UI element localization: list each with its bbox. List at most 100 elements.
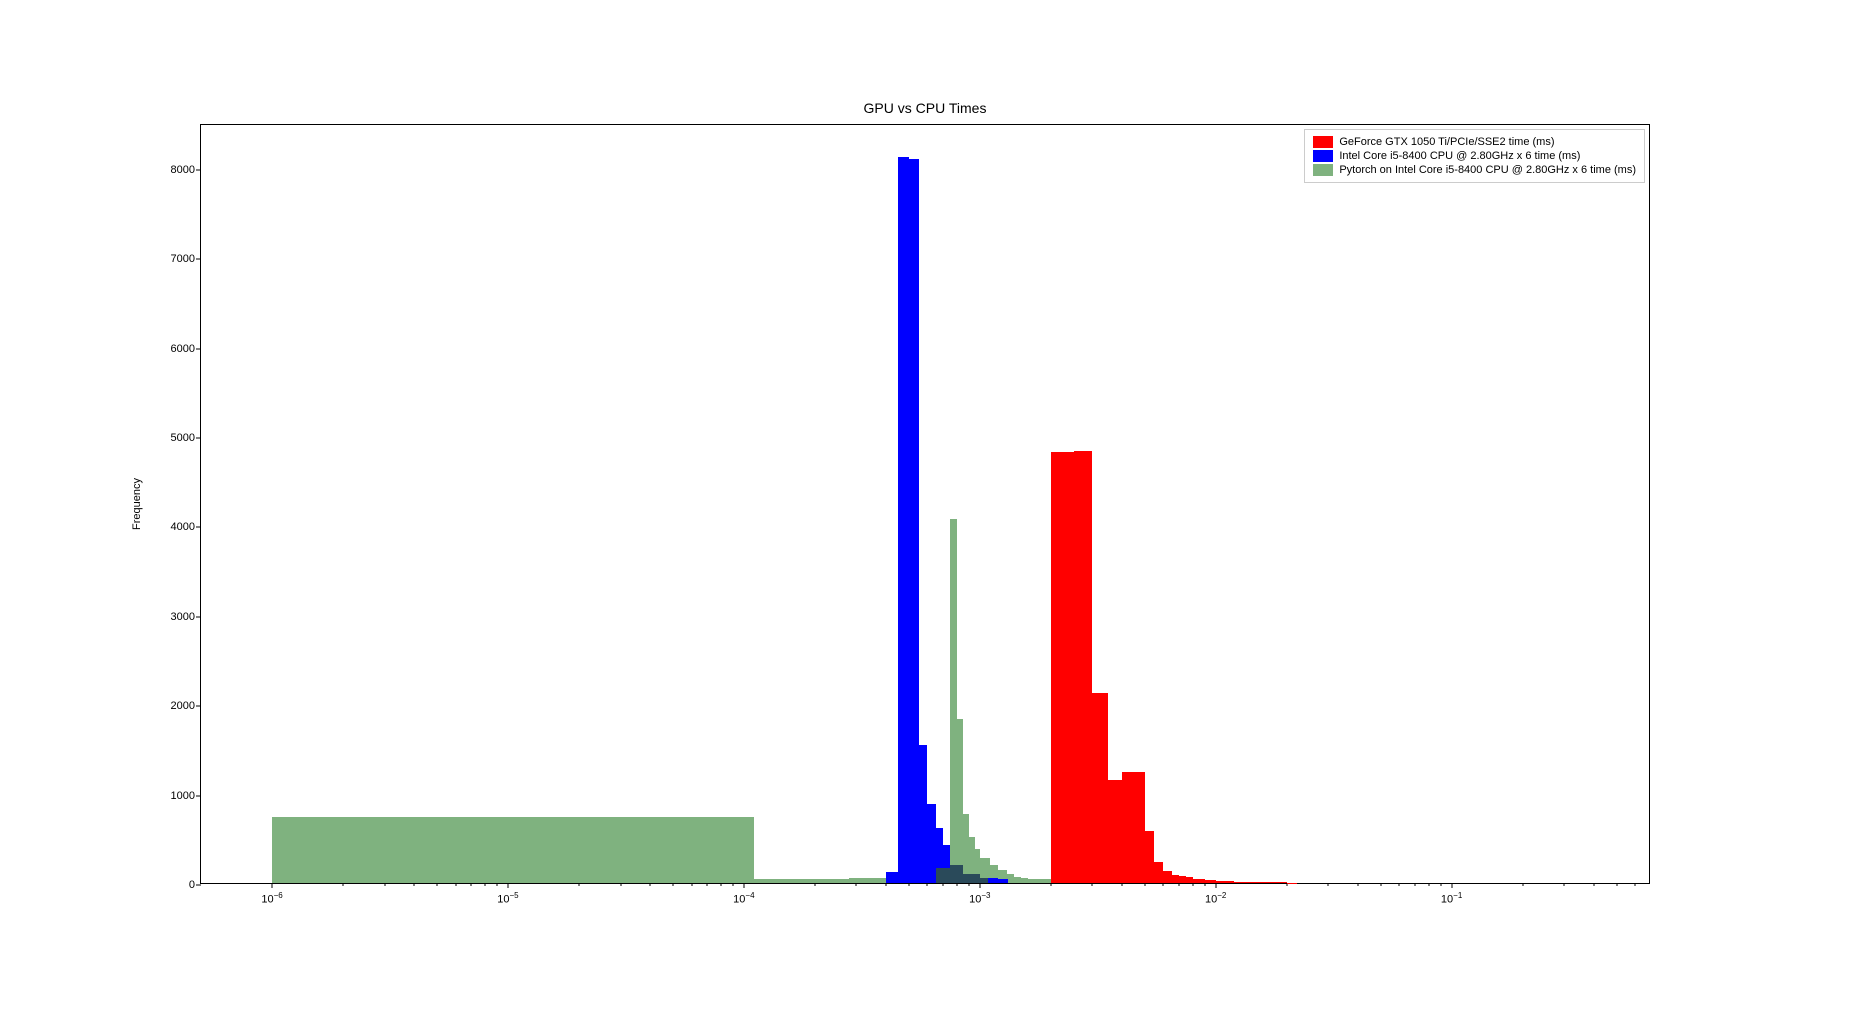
x-tick-label: 10−5 bbox=[497, 891, 518, 906]
histogram-bar bbox=[272, 817, 683, 883]
y-tick-label: 2000 bbox=[171, 700, 195, 712]
histogram-bar bbox=[820, 879, 849, 883]
x-minor-tick-mark bbox=[856, 883, 857, 886]
histogram-bar bbox=[927, 804, 935, 883]
x-minor-tick-mark bbox=[343, 883, 344, 886]
legend-item: Intel Core i5-8400 CPU @ 2.80GHz x 6 tim… bbox=[1313, 150, 1636, 162]
legend-label: GeForce GTX 1050 Ti/PCIe/SSE2 time (ms) bbox=[1339, 136, 1554, 148]
histogram-bar-overlap bbox=[950, 865, 963, 883]
x-tick-label: 10−2 bbox=[1205, 891, 1226, 906]
y-tick-label: 1000 bbox=[171, 790, 195, 802]
histogram-bar bbox=[1051, 452, 1074, 883]
y-tick-label: 4000 bbox=[171, 521, 195, 533]
x-minor-tick-mark bbox=[956, 883, 957, 886]
histogram-bar bbox=[771, 879, 810, 883]
x-axis: 10−610−510−410−310−210−1 bbox=[201, 883, 1651, 913]
x-minor-tick-mark bbox=[720, 883, 721, 886]
legend-item: Pytorch on Intel Core i5-8400 CPU @ 2.80… bbox=[1313, 164, 1636, 176]
y-tick-label: 6000 bbox=[171, 343, 195, 355]
plot-area: GeForce GTX 1050 Ti/PCIe/SSE2 time (ms) … bbox=[200, 124, 1650, 884]
histogram-bar bbox=[898, 157, 909, 883]
y-tick-mark bbox=[196, 616, 201, 617]
y-tick-label: 3000 bbox=[171, 611, 195, 623]
x-minor-tick-mark bbox=[1163, 883, 1164, 886]
x-minor-tick-mark bbox=[814, 883, 815, 886]
x-tick-mark bbox=[743, 883, 744, 888]
y-axis: 010002000300040005000600070008000 bbox=[151, 125, 201, 885]
x-minor-tick-mark bbox=[691, 883, 692, 886]
x-minor-tick-mark bbox=[1357, 883, 1358, 886]
x-minor-tick-mark bbox=[908, 883, 909, 886]
y-tick-label: 7000 bbox=[171, 253, 195, 265]
x-minor-tick-mark bbox=[384, 883, 385, 886]
x-minor-tick-mark bbox=[1399, 883, 1400, 886]
histogram-bar bbox=[919, 745, 928, 883]
y-tick-mark bbox=[196, 437, 201, 438]
chart-title: GPU vs CPU Times bbox=[200, 100, 1650, 116]
histogram-bar bbox=[998, 879, 1008, 883]
x-minor-tick-mark bbox=[1286, 883, 1287, 886]
histogram-bar bbox=[1234, 882, 1286, 883]
x-minor-tick-mark bbox=[1092, 883, 1093, 886]
histogram-bar bbox=[683, 817, 754, 883]
legend-label: Pytorch on Intel Core i5-8400 CPU @ 2.80… bbox=[1339, 164, 1636, 176]
chart-container: GPU vs CPU Times GeForce GTX 1050 Ti/PCI… bbox=[200, 100, 1650, 880]
x-minor-tick-mark bbox=[1440, 883, 1441, 886]
x-minor-tick-mark bbox=[1564, 883, 1565, 886]
x-minor-tick-mark bbox=[620, 883, 621, 886]
histogram-bar bbox=[1186, 877, 1193, 883]
x-minor-tick-mark bbox=[1522, 883, 1523, 886]
histogram-bar-overlap bbox=[936, 868, 944, 883]
y-tick-mark bbox=[196, 169, 201, 170]
x-minor-tick-mark bbox=[485, 883, 486, 886]
x-minor-tick-mark bbox=[927, 883, 928, 886]
x-tick-mark bbox=[507, 883, 508, 888]
histogram-bar bbox=[1014, 877, 1021, 883]
x-tick-mark bbox=[1215, 883, 1216, 888]
y-tick-mark bbox=[196, 259, 201, 260]
histogram-bar bbox=[1021, 878, 1028, 883]
x-minor-tick-mark bbox=[1593, 883, 1594, 886]
legend-swatch-red bbox=[1313, 136, 1333, 148]
legend-swatch-green bbox=[1313, 164, 1333, 176]
histogram-bar bbox=[1092, 693, 1108, 883]
x-minor-tick-mark bbox=[1192, 883, 1193, 886]
x-minor-tick-mark bbox=[1050, 883, 1051, 886]
histogram-bar bbox=[1154, 862, 1163, 883]
x-minor-tick-mark bbox=[943, 883, 944, 886]
x-minor-tick-mark bbox=[1328, 883, 1329, 886]
x-minor-tick-mark bbox=[885, 883, 886, 886]
histogram-bar bbox=[909, 159, 919, 883]
x-tick-label: 10−1 bbox=[1441, 891, 1462, 906]
y-tick-mark bbox=[196, 795, 201, 796]
x-minor-tick-mark bbox=[1428, 883, 1429, 886]
x-minor-tick-mark bbox=[436, 883, 437, 886]
x-minor-tick-mark bbox=[672, 883, 673, 886]
x-minor-tick-mark bbox=[733, 883, 734, 886]
histogram-bar bbox=[1122, 772, 1134, 883]
histogram-bar bbox=[1179, 876, 1186, 883]
x-minor-tick-mark bbox=[414, 883, 415, 886]
x-minor-tick-mark bbox=[1144, 883, 1145, 886]
x-minor-tick-mark bbox=[1415, 883, 1416, 886]
histogram-bar-overlap bbox=[963, 874, 980, 883]
legend-swatch-blue bbox=[1313, 150, 1333, 162]
y-tick-mark bbox=[196, 348, 201, 349]
y-tick-label: 8000 bbox=[171, 164, 195, 176]
histogram-bar bbox=[1205, 880, 1216, 883]
y-tick-label: 5000 bbox=[171, 432, 195, 444]
x-minor-tick-mark bbox=[707, 883, 708, 886]
x-minor-tick-mark bbox=[455, 883, 456, 886]
x-tick-label: 10−3 bbox=[969, 891, 990, 906]
x-minor-tick-mark bbox=[1380, 883, 1381, 886]
histogram-bar bbox=[1028, 879, 1040, 883]
histogram-bar bbox=[1040, 879, 1051, 883]
histogram-bar bbox=[754, 879, 771, 883]
x-minor-tick-mark bbox=[578, 883, 579, 886]
x-tick-label: 10−6 bbox=[261, 891, 282, 906]
histogram-bar bbox=[1193, 879, 1205, 883]
x-minor-tick-mark bbox=[968, 883, 969, 886]
histogram-bar bbox=[950, 519, 957, 883]
y-tick-label: 0 bbox=[189, 879, 195, 891]
y-tick-mark bbox=[196, 527, 201, 528]
